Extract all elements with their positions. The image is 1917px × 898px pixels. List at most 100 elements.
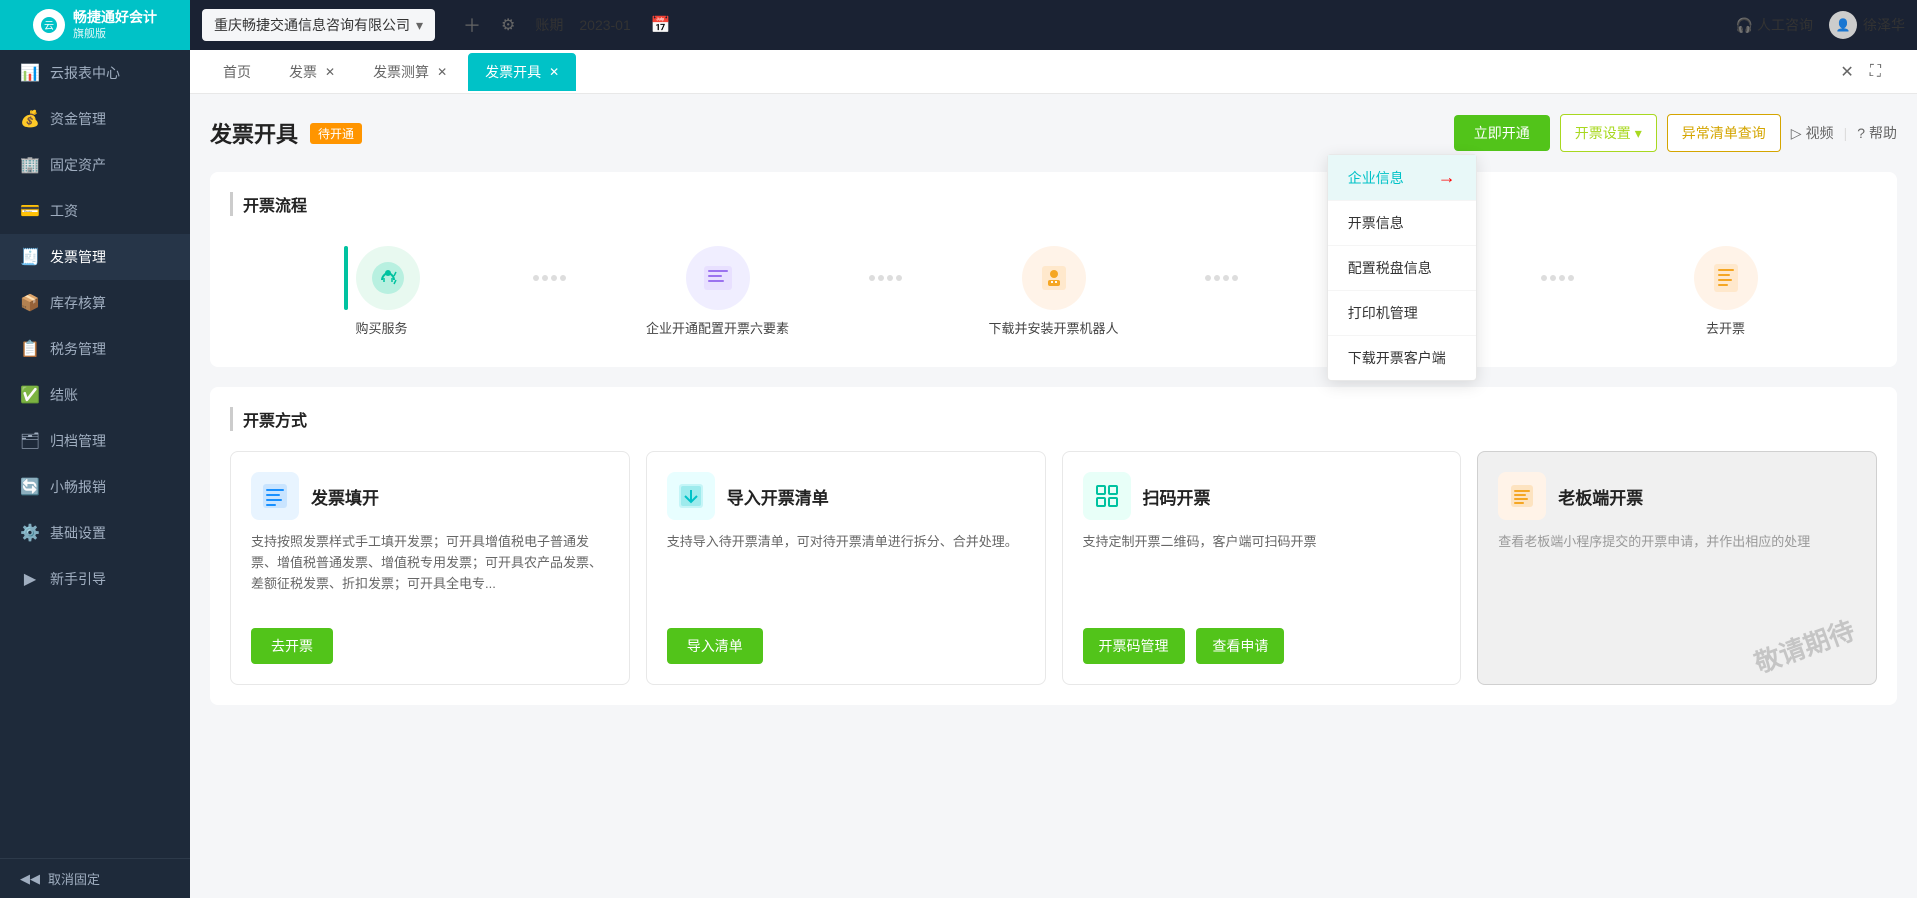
- method-card-import: 导入开票清单 支持导入待开票清单，可对待开票清单进行拆分、合并处理。 导入清单: [646, 451, 1046, 685]
- sidebar-item-fapiao[interactable]: 🧾 发票管理: [0, 234, 190, 280]
- scan-icon: [1083, 472, 1131, 520]
- step-icon-download: [1022, 246, 1086, 310]
- sidebar-label-guidang: 归档管理: [50, 431, 106, 451]
- logo[interactable]: 云 畅捷通好会计 旗舰版: [0, 0, 190, 50]
- zijin-icon: 💰: [20, 109, 40, 129]
- activate-button[interactable]: 立即开通: [1454, 115, 1550, 151]
- sidebar-item-xinshouyindao[interactable]: ▶ 新手引导: [0, 556, 190, 602]
- tax-disk-label: 配置税盘信息: [1348, 260, 1432, 276]
- yunbao-icon: 📊: [20, 63, 40, 83]
- sidebar-item-zijin[interactable]: 💰 资金管理: [0, 96, 190, 142]
- invoice-info-label: 开票信息: [1348, 215, 1404, 231]
- avatar: 👤: [1829, 11, 1857, 39]
- step-label-download: 下载并安装开票机器人: [988, 318, 1118, 337]
- sidebar-item-xiaochangbaoxiao[interactable]: 🔄 小畅报销: [0, 464, 190, 510]
- sidebar-item-gudingzichan[interactable]: 🏢 固定资产: [0, 142, 190, 188]
- view-apply-button[interactable]: 查看申请: [1196, 628, 1284, 664]
- tab-home[interactable]: 首页: [206, 53, 268, 91]
- settings-dropdown-button[interactable]: 开票设置 ▾: [1560, 114, 1657, 152]
- sidebar-label-fapiao: 发票管理: [50, 247, 106, 267]
- tab-fapiaokaiju[interactable]: 发票开具 ✕: [468, 53, 576, 91]
- cancel-fixed-label: 取消固定: [48, 869, 100, 888]
- settings-button[interactable]: ⚙: [497, 11, 519, 39]
- sidebar-label-xinshouyindao: 新手引导: [50, 569, 106, 589]
- download-client-label: 下载开票客户端: [1348, 350, 1446, 366]
- step-icon-buy: [356, 246, 420, 310]
- dropdown-item-tax-disk[interactable]: 配置税盘信息: [1328, 246, 1476, 291]
- company-info-label: 企业信息: [1348, 168, 1404, 188]
- sidebar-item-yunbao[interactable]: 📊 云报表中心: [0, 50, 190, 96]
- step-label-buy: 购买服务: [355, 318, 407, 337]
- guidang-icon: 🗂: [20, 431, 40, 451]
- fill-icon: [251, 472, 299, 520]
- xiaochangbaoxiao-icon: 🔄: [20, 477, 40, 497]
- help-button[interactable]: ? 帮助: [1857, 123, 1897, 143]
- user-info[interactable]: 👤 徐泽华: [1829, 11, 1905, 39]
- service-label: 人工咨询: [1757, 15, 1813, 35]
- company-selector[interactable]: 重庆畅捷交通信息咨询有限公司 ▾: [202, 9, 435, 41]
- sidebar-label-yunbao: 云报表中心: [50, 63, 120, 83]
- sidebar-label-xiaochangbaoxiao: 小畅报销: [50, 477, 106, 497]
- method-card-fill: 发票填开 支持按照发票样式手工填开发票；可开具增值税电子普通发票、增值税普通发票…: [230, 451, 630, 685]
- boss-icon: [1498, 472, 1546, 520]
- video-label: 视频: [1806, 123, 1834, 143]
- calendar-button[interactable]: 📅: [647, 11, 675, 39]
- headset-icon: 🎧: [1736, 17, 1753, 34]
- tab-fapiao-label: 发票: [289, 62, 317, 82]
- dropdown-item-invoice-info[interactable]: 开票信息: [1328, 201, 1476, 246]
- add-company-button[interactable]: ＋: [459, 8, 485, 42]
- dropdown-item-download-client[interactable]: 下载开票客户端: [1328, 336, 1476, 380]
- sidebar-label-jiezhang: 结账: [50, 385, 78, 405]
- step-label-goinvoice: 去开票: [1706, 318, 1745, 337]
- sidebar-item-guidang[interactable]: 🗂 归档管理: [0, 418, 190, 464]
- flow-step-buy: 购买服务: [230, 246, 533, 337]
- flow-step-config: 企业开通配置开票六要素: [566, 246, 869, 337]
- help-icon: ?: [1857, 125, 1865, 141]
- jichushezhi-icon: ⚙️: [20, 523, 40, 543]
- cancel-pin-icon: ◀◀: [20, 871, 40, 887]
- cancel-fixed-button[interactable]: ◀◀ 取消固定: [0, 858, 190, 898]
- sidebar-item-gongzi[interactable]: 💳 工资: [0, 188, 190, 234]
- video-button[interactable]: ▷ 视频: [1791, 123, 1834, 143]
- page-title: 发票开具: [210, 117, 298, 149]
- shuiwu-icon: 📋: [20, 339, 40, 359]
- settings-button-label: 开票设置: [1575, 123, 1631, 143]
- sidebar-item-kucun[interactable]: 📦 库存核算: [0, 280, 190, 326]
- sidebar-label-shuiwu: 税务管理: [50, 339, 106, 359]
- dropdown-item-company-info[interactable]: 企业信息 →: [1328, 155, 1476, 201]
- close-window-button[interactable]: ✕: [1836, 58, 1857, 86]
- sidebar-item-jiezhang[interactable]: ✅ 结账: [0, 372, 190, 418]
- fill-title: 发票填开: [311, 484, 379, 509]
- play-icon: ▷: [1791, 125, 1802, 142]
- logo-title: 畅捷通好会计: [73, 9, 157, 26]
- tab-fapiao[interactable]: 发票 ✕: [272, 53, 352, 91]
- sidebar-item-shuiwu[interactable]: 📋 税务管理: [0, 326, 190, 372]
- tab-fapiaocesuian-close[interactable]: ✕: [437, 65, 447, 79]
- sidebar-label-gongzi: 工资: [50, 201, 78, 221]
- import-title: 导入开票清单: [727, 484, 829, 509]
- settings-dropdown-arrow: ▾: [1635, 125, 1642, 142]
- fill-action-button[interactable]: 去开票: [251, 628, 333, 664]
- methods-section-title: 开票方式: [230, 407, 1877, 431]
- period-value: 2023-01: [579, 17, 630, 33]
- import-icon: [667, 472, 715, 520]
- xinshouyindao-icon: ▶: [20, 569, 40, 589]
- tab-fapiaokaiju-close[interactable]: ✕: [549, 65, 559, 79]
- tab-fapiaokaiju-label: 发票开具: [485, 62, 541, 82]
- tab-fapiaocesuian-label: 发票测算: [373, 62, 429, 82]
- tab-fapiaocesuian[interactable]: 发票测算 ✕: [356, 53, 464, 91]
- qr-manage-button[interactable]: 开票码管理: [1083, 628, 1185, 664]
- fill-desc: 支持按照发票样式手工填开发票；可开具增值税电子普通发票、增值税普通发票、增值税专…: [251, 532, 609, 612]
- dropdown-item-printer[interactable]: 打印机管理: [1328, 291, 1476, 336]
- step-icon-config: [686, 246, 750, 310]
- service-button[interactable]: 🎧 人工咨询: [1736, 15, 1813, 35]
- sidebar-item-jichushezhi[interactable]: ⚙️ 基础设置: [0, 510, 190, 556]
- step-label-config: 企业开通配置开票六要素: [646, 318, 789, 337]
- import-action-button[interactable]: 导入清单: [667, 628, 763, 664]
- tab-fapiao-close[interactable]: ✕: [325, 65, 335, 79]
- expand-window-button[interactable]: ⛶: [1866, 58, 1885, 86]
- exception-list-button[interactable]: 异常清单查询: [1667, 114, 1781, 152]
- method-card-scan: 扫码开票 支持定制开票二维码，客户端可扫码开票 开票码管理 查看申请: [1062, 451, 1462, 685]
- logo-subtitle: 旗舰版: [73, 25, 157, 41]
- boss-title: 老板端开票: [1558, 484, 1643, 509]
